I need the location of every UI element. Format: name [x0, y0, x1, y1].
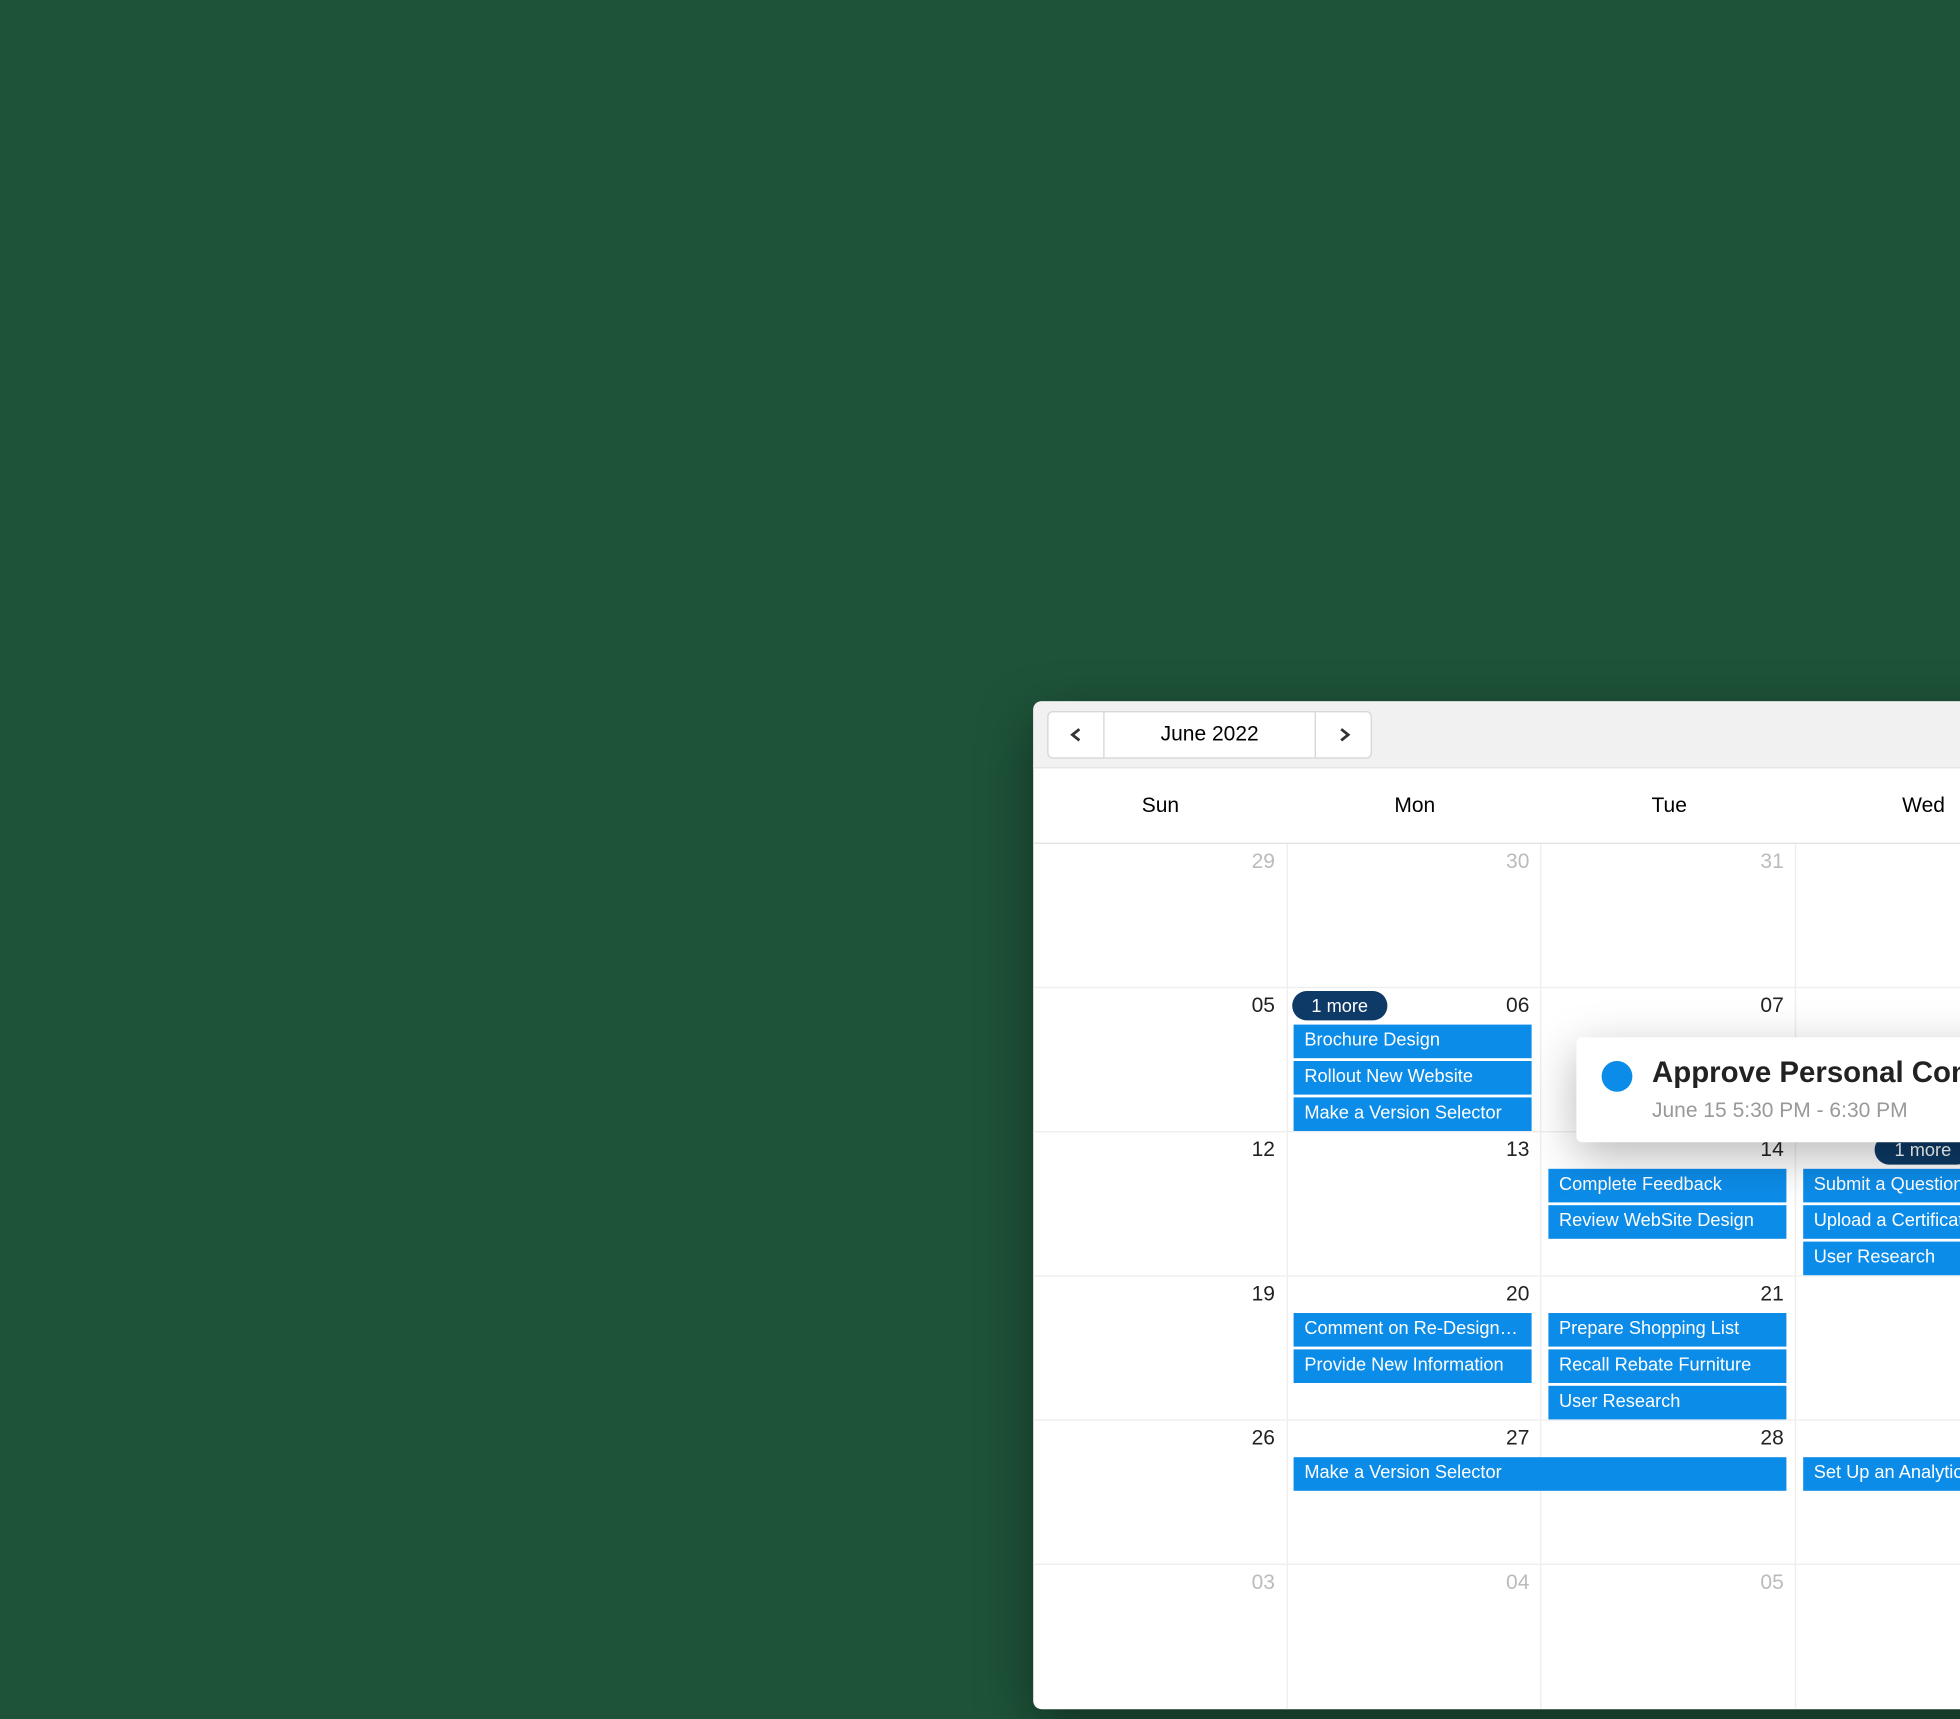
event-bar[interactable]: User Research	[1803, 1242, 1960, 1276]
event-bar[interactable]: Provide New Information	[1293, 1349, 1532, 1383]
day-cell[interactable]: 05	[1033, 988, 1287, 1131]
day-cell[interactable]: 04	[1288, 1565, 1542, 1709]
day-cell[interactable]: 13	[1288, 1132, 1542, 1275]
event-bar[interactable]: Submit a Question	[1803, 1169, 1960, 1203]
event-bar[interactable]: Set Up an Analytics	[1803, 1457, 1960, 1491]
popup-title: Approve Personal Computer Upg…	[1652, 1057, 1960, 1091]
day-cell[interactable]: 27	[1288, 1421, 1542, 1564]
chevron-right-icon	[1335, 726, 1352, 743]
calendar-row: 03 04 05 06 07 08 09	[1033, 1565, 1960, 1709]
weekday-label: Mon	[1288, 768, 1542, 842]
day-cell[interactable]: 28	[1542, 1421, 1796, 1564]
calendar-row: 29 30 31 01 02 03 04	[1033, 844, 1960, 988]
next-month-button[interactable]	[1315, 712, 1371, 757]
toolbar: June 2022 Day Week Work Week Month	[1033, 701, 1960, 768]
event-bar[interactable]: Comment on Re-Design…	[1293, 1313, 1532, 1347]
day-cell[interactable]: 01	[1796, 844, 1960, 987]
event-popup: Approve Personal Computer Upg… June 15 5…	[1576, 1037, 1960, 1142]
event-bar[interactable]: Complete Feedback	[1548, 1169, 1787, 1203]
day-cell[interactable]: 29	[1796, 1421, 1960, 1564]
calendar-grid: 29 30 31 01 02 03 04 05 06 1 more 07 08 …	[1033, 844, 1960, 1709]
day-cell[interactable]: 29	[1033, 844, 1287, 987]
event-bar[interactable]: User Research	[1548, 1386, 1787, 1420]
prev-month-button[interactable]	[1049, 712, 1105, 757]
event-bar[interactable]: Upload a Certificate	[1803, 1205, 1960, 1239]
weekday-header: Sun Mon Tue Wed Thu Fri Sat	[1033, 768, 1960, 844]
day-cell[interactable]: 22	[1796, 1277, 1960, 1420]
day-cell[interactable]: 05	[1542, 1565, 1796, 1709]
event-bar[interactable]: Recall Rebate Furniture	[1548, 1349, 1787, 1383]
popup-time: June 15 5:30 PM - 6:30 PM	[1652, 1099, 1960, 1123]
event-bar[interactable]: Rollout New Website	[1293, 1061, 1532, 1095]
day-cell[interactable]: 03	[1033, 1565, 1287, 1709]
day-cell[interactable]: 14	[1542, 1132, 1796, 1275]
chevron-left-icon	[1068, 726, 1085, 743]
weekday-label: Wed	[1796, 768, 1960, 842]
current-month-label[interactable]: June 2022	[1105, 722, 1315, 746]
event-bar[interactable]: Brochure Design	[1293, 1025, 1532, 1059]
day-cell[interactable]: 30	[1288, 844, 1542, 987]
day-cell[interactable]: 19	[1033, 1277, 1287, 1420]
event-bar[interactable]: Review WebSite Design	[1548, 1205, 1787, 1239]
weekday-label: Sun	[1033, 768, 1287, 842]
calendar-row: 19 20 21 22 23 24 25 Comment on Re-Desig…	[1033, 1277, 1960, 1421]
event-bar[interactable]: Prepare Shopping List	[1548, 1313, 1787, 1347]
more-events-pill[interactable]: 1 more	[1292, 991, 1388, 1020]
calendar-row: 26 27 28 29 30 01 02 Make a Version Sele…	[1033, 1421, 1960, 1565]
day-cell[interactable]: 26	[1033, 1421, 1287, 1564]
date-nav: June 2022	[1047, 710, 1372, 758]
day-cell[interactable]: 31	[1542, 844, 1796, 987]
popup-body: Approve Personal Computer Upg… June 15 5…	[1652, 1057, 1960, 1123]
event-color-dot	[1602, 1061, 1633, 1092]
event-bar[interactable]: Make a Version Selector	[1293, 1097, 1532, 1131]
calendar-main: June 2022 Day Week Work Week Month Sun M…	[1033, 701, 1960, 1709]
day-cell[interactable]: 20	[1288, 1277, 1542, 1420]
calendar-row: 12 13 14 15 1 more 16 17 18 Complete Fee…	[1033, 1132, 1960, 1276]
day-cell[interactable]: 12	[1033, 1132, 1287, 1275]
weekday-label: Tue	[1542, 768, 1796, 842]
day-cell[interactable]: 06	[1796, 1565, 1960, 1709]
event-bar[interactable]: Make a Version Selector	[1293, 1457, 1786, 1491]
